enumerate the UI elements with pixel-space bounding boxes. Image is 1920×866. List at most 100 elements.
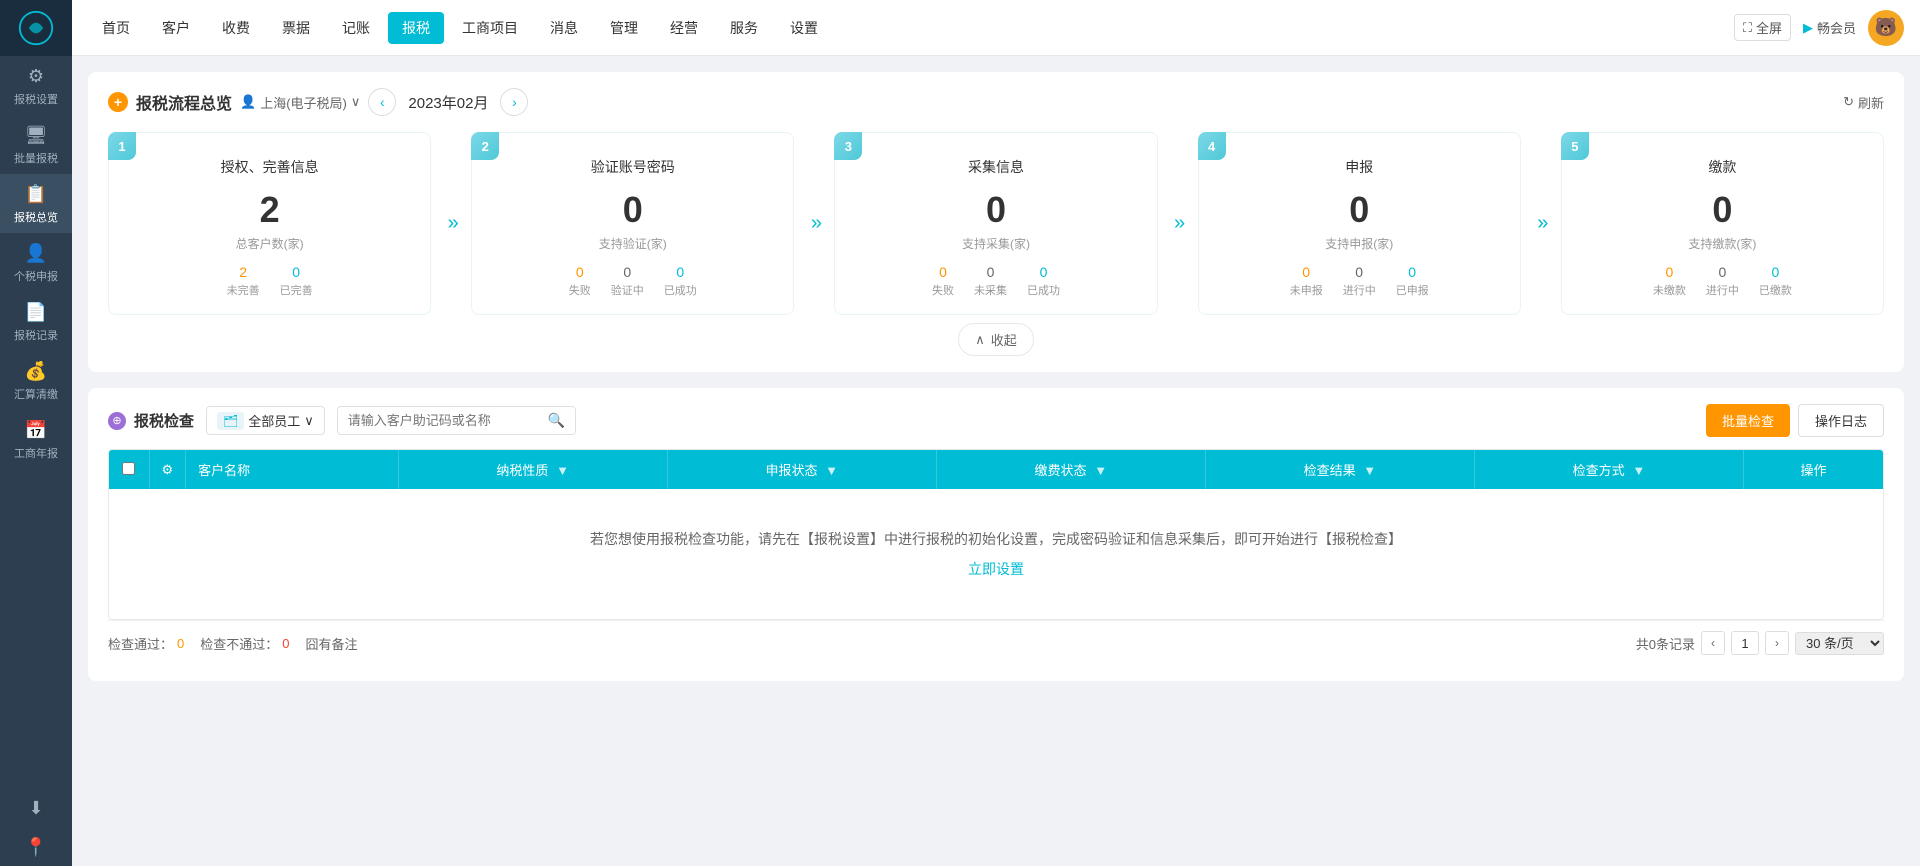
stat-processing-4[interactable]: 0 进行中 [1343, 264, 1376, 298]
step-title-1: 授权、完善信息 [125, 149, 414, 177]
search-box: 🔍 [337, 406, 576, 435]
select-all-checkbox-cell[interactable] [109, 450, 149, 489]
next-page-button[interactable]: › [1765, 631, 1789, 655]
prev-month-button[interactable]: ‹ [368, 88, 396, 116]
operation-log-button[interactable]: 操作日志 [1798, 404, 1884, 437]
nav-invoice[interactable]: 票据 [268, 12, 324, 44]
stat-declared-4[interactable]: 0 已申报 [1396, 264, 1429, 298]
step-title-5: 缴款 [1578, 149, 1867, 177]
nav-fee[interactable]: 收费 [208, 12, 264, 44]
sidebar-item-batch-tax[interactable]: 🖥 批量报税 [0, 115, 72, 174]
nav-management[interactable]: 管理 [596, 12, 652, 44]
forward-arrow-icon-3: » [1174, 212, 1181, 235]
settings-cell[interactable]: ⚙ [149, 450, 186, 489]
sidebar-item-tax-record[interactable]: 📄 报税记录 [0, 292, 72, 351]
stat-complete[interactable]: 0 已完善 [280, 264, 313, 298]
nav-business[interactable]: 工商项目 [448, 12, 532, 44]
stat-value-processing-5: 0 [1719, 264, 1727, 280]
table-footer: 检查通过： 0 检查不通过： 0 囧有备注 共0条记录 ‹ › 30 条/页 [108, 620, 1884, 665]
location-icon: 📍 [25, 837, 47, 858]
employee-tag: 🗂 [217, 412, 244, 430]
column-payment-status[interactable]: 缴费状态 ▼ [936, 450, 1205, 489]
vip-button[interactable]: ▶ 畅会员 [1803, 18, 1856, 37]
location-chevron-icon: ∨ [351, 94, 361, 110]
nav-home[interactable]: 首页 [88, 12, 144, 44]
setup-link[interactable]: 立即设置 [149, 559, 1843, 579]
table-body: 若您想使用报税检查功能，请先在【报税设置】中进行报税的初始化设置，完成密码验证和… [109, 489, 1883, 619]
step-count-2: 0 [488, 189, 777, 231]
page-current-input[interactable] [1731, 631, 1759, 655]
nav-operation[interactable]: 经营 [656, 12, 712, 44]
annual-report-icon: 📅 [25, 420, 47, 441]
stat-verifying-2[interactable]: 0 验证中 [611, 264, 644, 298]
stat-fail-2[interactable]: 0 失败 [569, 264, 591, 298]
fail-count[interactable]: 0 [282, 636, 289, 651]
column-check-result[interactable]: 检查结果 ▼ [1205, 450, 1474, 489]
stat-value-complete: 0 [292, 264, 300, 280]
step-number-4: 4 [1198, 132, 1226, 160]
forward-arrow-icon: » [448, 212, 455, 235]
flow-panel-title: 报税流程总览 [136, 90, 232, 114]
prev-page-button[interactable]: ‹ [1701, 631, 1725, 655]
next-month-button[interactable]: › [500, 88, 528, 116]
step-number-2: 2 [471, 132, 499, 160]
stat-value-verifying-2: 0 [623, 264, 631, 280]
flow-panel: + 报税流程总览 👤 上海(电子税局) ∨ ‹ 2023年02月 › ↻ 刷新 [88, 72, 1904, 372]
nav-settings[interactable]: 设置 [776, 12, 832, 44]
sidebar-item-settlement[interactable]: 💰 汇算清缴 [0, 351, 72, 410]
sidebar-item-annual-report[interactable]: 📅 工商年报 [0, 410, 72, 469]
nav-client[interactable]: 客户 [148, 12, 204, 44]
column-check-method[interactable]: 检查方式 ▼ [1474, 450, 1743, 489]
stat-incomplete[interactable]: 2 未完善 [227, 264, 260, 298]
stat-success-3[interactable]: 0 已成功 [1027, 264, 1060, 298]
arrow-2-3: » [794, 132, 834, 315]
sidebar-download[interactable]: ⬇ [0, 788, 72, 827]
stat-value-fail-2: 0 [576, 264, 584, 280]
stat-undeclared-4[interactable]: 0 未申报 [1290, 264, 1323, 298]
pass-count[interactable]: 0 [177, 636, 184, 651]
search-button[interactable]: 🔍 [538, 407, 575, 434]
check-title-icon: ⊕ [108, 412, 126, 430]
sidebar-item-tax-overview[interactable]: 📋 报税总览 [0, 174, 72, 233]
collapse-button[interactable]: ∧ 收起 [958, 323, 1034, 356]
stat-paid-5[interactable]: 0 已缴款 [1759, 264, 1792, 298]
column-declare-status[interactable]: 申报状态 ▼ [667, 450, 936, 489]
nav-service[interactable]: 服务 [716, 12, 772, 44]
stat-label-unpaid-5: 未缴款 [1653, 282, 1686, 298]
stat-uncollected-3[interactable]: 0 未采集 [974, 264, 1007, 298]
stat-fail-3[interactable]: 0 失败 [932, 264, 954, 298]
tax-settings-icon: ⚙ [28, 66, 44, 87]
column-tax-type[interactable]: 纳税性质 ▼ [398, 450, 667, 489]
refresh-icon: ↻ [1843, 94, 1854, 110]
stat-value-incomplete: 2 [239, 264, 247, 280]
nav-message[interactable]: 消息 [536, 12, 592, 44]
batch-check-button[interactable]: 批量检查 [1706, 404, 1790, 437]
column-customer: 客户名称 [186, 450, 399, 489]
collapse-up-icon: ∧ [975, 332, 985, 348]
select-all-checkbox[interactable] [122, 462, 135, 475]
refresh-button[interactable]: ↻ 刷新 [1843, 93, 1884, 112]
step-stats-4: 0 未申报 0 进行中 0 已申报 [1215, 264, 1504, 298]
fullscreen-button[interactable]: ⛶ 全屏 [1734, 14, 1791, 41]
filter-icon-tax-type: ▼ [556, 463, 569, 478]
page-size-select[interactable]: 30 条/页 50 条/页 100 条/页 [1795, 632, 1884, 655]
add-icon: + [108, 92, 128, 112]
stat-success-2[interactable]: 0 已成功 [664, 264, 697, 298]
stat-processing-5[interactable]: 0 进行中 [1706, 264, 1739, 298]
nav-tax[interactable]: 报税 [388, 12, 444, 44]
stat-label-incomplete: 未完善 [227, 282, 260, 298]
location-selector[interactable]: 👤 上海(电子税局) ∨ [240, 93, 360, 112]
empty-row: 若您想使用报税检查功能，请先在【报税设置】中进行报税的初始化设置，完成密码验证和… [109, 489, 1883, 619]
nav-accounting[interactable]: 记账 [328, 12, 384, 44]
content-area: + 报税流程总览 👤 上海(电子税局) ∨ ‹ 2023年02月 › ↻ 刷新 [72, 56, 1920, 866]
sidebar-location[interactable]: 📍 [0, 827, 72, 866]
sidebar-item-tax-settings[interactable]: ⚙ 报税设置 [0, 56, 72, 115]
step-subtitle-2: 支持验证(家) [488, 235, 777, 252]
forward-arrow-icon-4: » [1537, 212, 1544, 235]
sidebar-item-personal-tax[interactable]: 👤 个税申报 [0, 233, 72, 292]
nav-items: 首页 客户 收费 票据 记账 报税 工商项目 消息 管理 经营 服务 设置 [88, 12, 1734, 44]
search-input[interactable] [338, 408, 538, 433]
employee-selector[interactable]: 🗂 全部员工 ∨ [206, 406, 325, 435]
stat-label-processing-4: 进行中 [1343, 282, 1376, 298]
stat-unpaid-5[interactable]: 0 未缴款 [1653, 264, 1686, 298]
